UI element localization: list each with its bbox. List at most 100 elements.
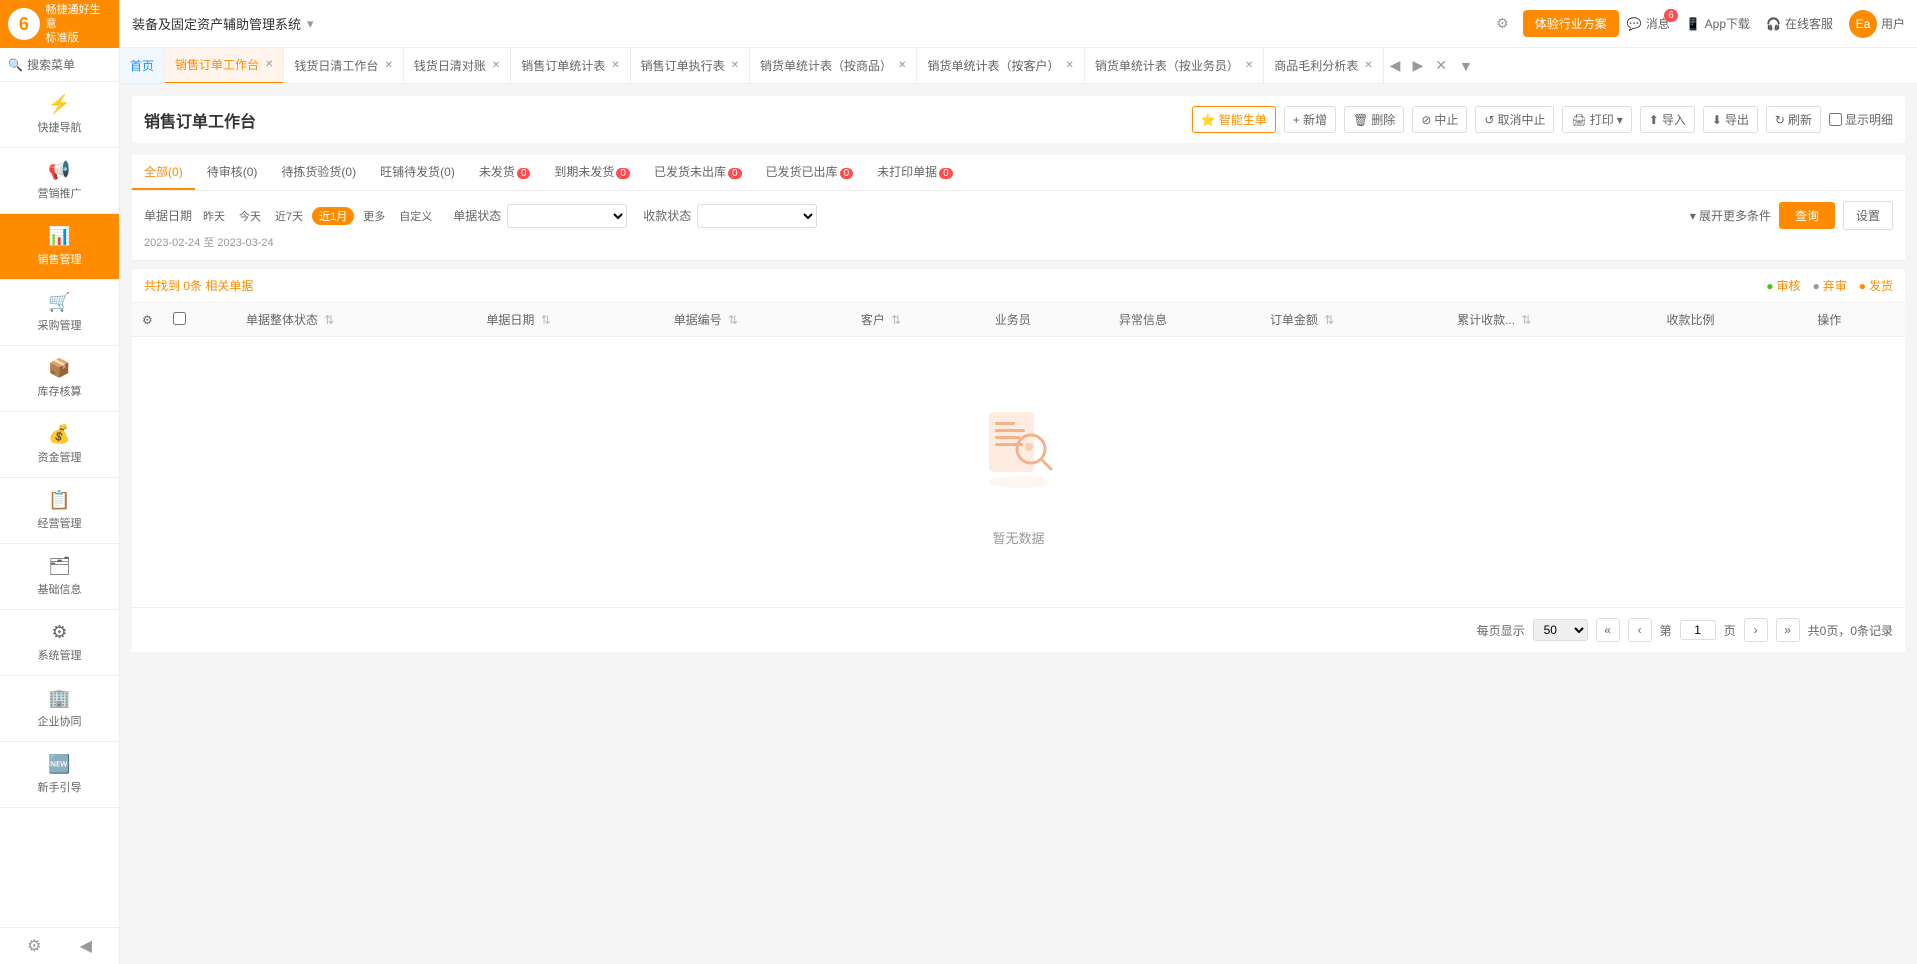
ship-action-btn[interactable]: ● 发货: [1859, 277, 1893, 294]
set-btn[interactable]: 设置: [1843, 201, 1893, 230]
smart-generate-btn[interactable]: ⭐ 智能生单: [1192, 106, 1276, 133]
message-btn[interactable]: 💬 💬 6 消息: [1627, 15, 1670, 32]
select-all-checkbox[interactable]: [173, 312, 186, 325]
tab-sales-exec[interactable]: 销售订单执行表 ✕: [631, 48, 750, 84]
sidebar-item-finance[interactable]: 💰 资金管理: [0, 412, 119, 478]
stop-btn[interactable]: ⊘ 中止: [1412, 106, 1467, 133]
col-date[interactable]: 单据日期 ⇅: [476, 303, 663, 337]
filter-tab-all[interactable]: 全部(0): [132, 155, 195, 190]
import-btn[interactable]: ⬆ 导入: [1640, 106, 1695, 133]
tab-prev-btn[interactable]: ◀: [1384, 57, 1407, 74]
sidebar-item-inventory[interactable]: 📦 库存核算: [0, 346, 119, 412]
tab-sales-by-staff[interactable]: 销货单统计表（按业务员） ✕: [1085, 48, 1264, 84]
per-page-select[interactable]: 50 10 20 100: [1533, 619, 1588, 641]
filter-tab-not-printed[interactable]: 未打印单据0: [865, 155, 965, 190]
sidebar-item-quick[interactable]: ⚡ 快捷导航: [0, 82, 119, 148]
sidebar-item-enterprise[interactable]: 🏢 企业协同: [0, 676, 119, 742]
tab-by-customer-close[interactable]: ✕: [1065, 60, 1073, 71]
expand-more-btn[interactable]: ▾ 展开更多条件: [1690, 207, 1771, 224]
tab-gross-margin-close[interactable]: ✕: [1364, 60, 1372, 71]
user-menu[interactable]: Ea 用户: [1849, 10, 1905, 38]
settings-bottom-btn[interactable]: ⚙: [27, 936, 41, 956]
tab-sales-exec-close[interactable]: ✕: [731, 60, 739, 71]
filter-tab-not-shipped[interactable]: 未发货0: [467, 155, 543, 190]
pagination-prev-btn[interactable]: ‹: [1628, 618, 1652, 642]
review-action-btn[interactable]: ● 审核: [1766, 277, 1800, 294]
tab-close-all-btn[interactable]: ✕: [1429, 57, 1453, 74]
table-area: 共找到 0条 相关单据 ● 审核 ● 弃审 ● 发货: [132, 269, 1905, 652]
date-yesterday-btn[interactable]: 昨天: [198, 207, 230, 225]
logo-icon: 6: [8, 8, 40, 40]
tab-sales-stat[interactable]: 销售订单统计表 ✕: [511, 48, 630, 84]
tab-by-product-close[interactable]: ✕: [898, 60, 906, 71]
tab-gross-margin[interactable]: 商品毛利分析表 ✕: [1264, 48, 1383, 84]
tab-sales-by-product[interactable]: 销货单统计表（按商品） ✕: [750, 48, 917, 84]
filter-tab-shipped-out[interactable]: 已发货已出库0: [754, 155, 866, 190]
tab-next-btn[interactable]: ▶: [1406, 57, 1429, 74]
tab-cash-daily[interactable]: 钱货日清工作台 ✕: [284, 48, 403, 84]
detail-checkbox-input[interactable]: [1829, 113, 1842, 126]
sidebar-item-basic-info[interactable]: 🗂 基础信息: [0, 544, 119, 610]
pagination-next-btn[interactable]: ›: [1744, 618, 1768, 642]
date-today-btn[interactable]: 今天: [234, 207, 266, 225]
sidebar-search[interactable]: 🔍 搜索菜单: [0, 48, 119, 82]
tab-sales-order[interactable]: 销售订单工作台 ✕: [165, 48, 284, 84]
date-quick-options: 昨天 今天 近7天 近1月 更多 自定义: [198, 207, 437, 225]
filter-tab-pending-inspect[interactable]: 待拣货验货(0): [269, 155, 368, 190]
tab-sales-by-customer[interactable]: 销货单统计表（按客户） ✕: [917, 48, 1084, 84]
solution-btn[interactable]: 体验行业方案: [1523, 10, 1619, 37]
filter-tab-pending-review[interactable]: 待审核(0): [195, 155, 270, 190]
delete-btn[interactable]: 🗑 删除: [1344, 106, 1404, 133]
tab-cash-reconcile-close[interactable]: ✕: [492, 60, 500, 71]
filter-tab-shipped-not-out[interactable]: 已发货未出库0: [642, 155, 754, 190]
sidebar-item-guide[interactable]: 🆕 新手引导: [0, 742, 119, 808]
cancel-stop-btn[interactable]: ↺ 取消中止: [1475, 106, 1554, 133]
date-more-btn[interactable]: 更多: [358, 207, 390, 225]
pagination-last-btn[interactable]: »: [1776, 618, 1800, 642]
tab-by-staff-close[interactable]: ✕: [1245, 60, 1253, 71]
online-service-btn[interactable]: 🎧 在线客服: [1766, 15, 1833, 32]
tab-sales-order-close[interactable]: ✕: [265, 59, 273, 70]
date-range-display: 2023-02-24 至 2023-03-24: [144, 234, 1893, 250]
collapse-btn[interactable]: ◀: [80, 936, 92, 956]
tab-cash-reconcile[interactable]: 钱货日清对账 ✕: [404, 48, 511, 84]
settings-col-icon[interactable]: ⚙: [142, 313, 153, 327]
tab-home[interactable]: 首页: [120, 48, 165, 84]
empty-state: 暂无数据: [132, 337, 1905, 607]
payment-select[interactable]: [697, 204, 817, 228]
tab-sales-stat-close[interactable]: ✕: [611, 60, 619, 71]
query-btn[interactable]: 查询: [1779, 202, 1835, 229]
status-select[interactable]: [507, 204, 627, 228]
print-btn[interactable]: 🖨 打印 ▾: [1562, 106, 1631, 133]
date-7days-btn[interactable]: 近7天: [270, 207, 308, 225]
display-detail-checkbox[interactable]: 显示明细: [1829, 111, 1893, 128]
topbar-dropdown-icon[interactable]: ▾: [307, 16, 314, 32]
filter-tab-wangpu[interactable]: 旺铺待发货(0): [368, 155, 467, 190]
add-btn[interactable]: + 新增: [1284, 106, 1336, 133]
col-amount[interactable]: 订单金额 ⇅: [1260, 303, 1447, 337]
tab-menu-btn[interactable]: ▼: [1453, 58, 1479, 74]
col-number[interactable]: 单据编号 ⇅: [664, 303, 851, 337]
filter-tab-expired-not-shipped[interactable]: 到期未发货0: [542, 155, 642, 190]
col-status[interactable]: 单据整体状态 ⇅: [236, 303, 476, 337]
date-1month-btn[interactable]: 近1月: [312, 207, 354, 225]
abandon-action-btn[interactable]: ● 弃审: [1812, 277, 1846, 294]
refresh-btn[interactable]: ↻ 刷新: [1766, 106, 1821, 133]
export-btn[interactable]: ⬇ 导出: [1703, 106, 1758, 133]
col-collected[interactable]: 累计收款... ⇅: [1447, 303, 1656, 337]
sidebar-item-operations[interactable]: 📋 经营管理: [0, 478, 119, 544]
topbar-settings-btn[interactable]: ⚙: [1490, 13, 1515, 34]
sidebar-item-purchase[interactable]: 🛒 采购管理: [0, 280, 119, 346]
page-input[interactable]: [1680, 620, 1716, 640]
sidebar-item-sales[interactable]: 📊 销售管理: [0, 214, 119, 280]
pagination-first-btn[interactable]: «: [1596, 618, 1620, 642]
system-icon: ⚙: [51, 622, 67, 643]
tab-cash-daily-close[interactable]: ✕: [384, 60, 392, 71]
sidebar-item-marketing[interactable]: 📢 营销推广: [0, 148, 119, 214]
sidebar-item-system[interactable]: ⚙ 系统管理: [0, 610, 119, 676]
page-header: 销售订单工作台 ⭐ 智能生单 + 新增 🗑 删除 ⊘ 中止 ↺ 取消中止: [132, 96, 1905, 143]
finance-icon: 💰: [48, 424, 70, 445]
col-customer[interactable]: 客户 ⇅: [851, 303, 985, 337]
app-download-btn[interactable]: 📱 App下载: [1686, 15, 1750, 32]
date-custom-btn[interactable]: 自定义: [394, 207, 437, 225]
